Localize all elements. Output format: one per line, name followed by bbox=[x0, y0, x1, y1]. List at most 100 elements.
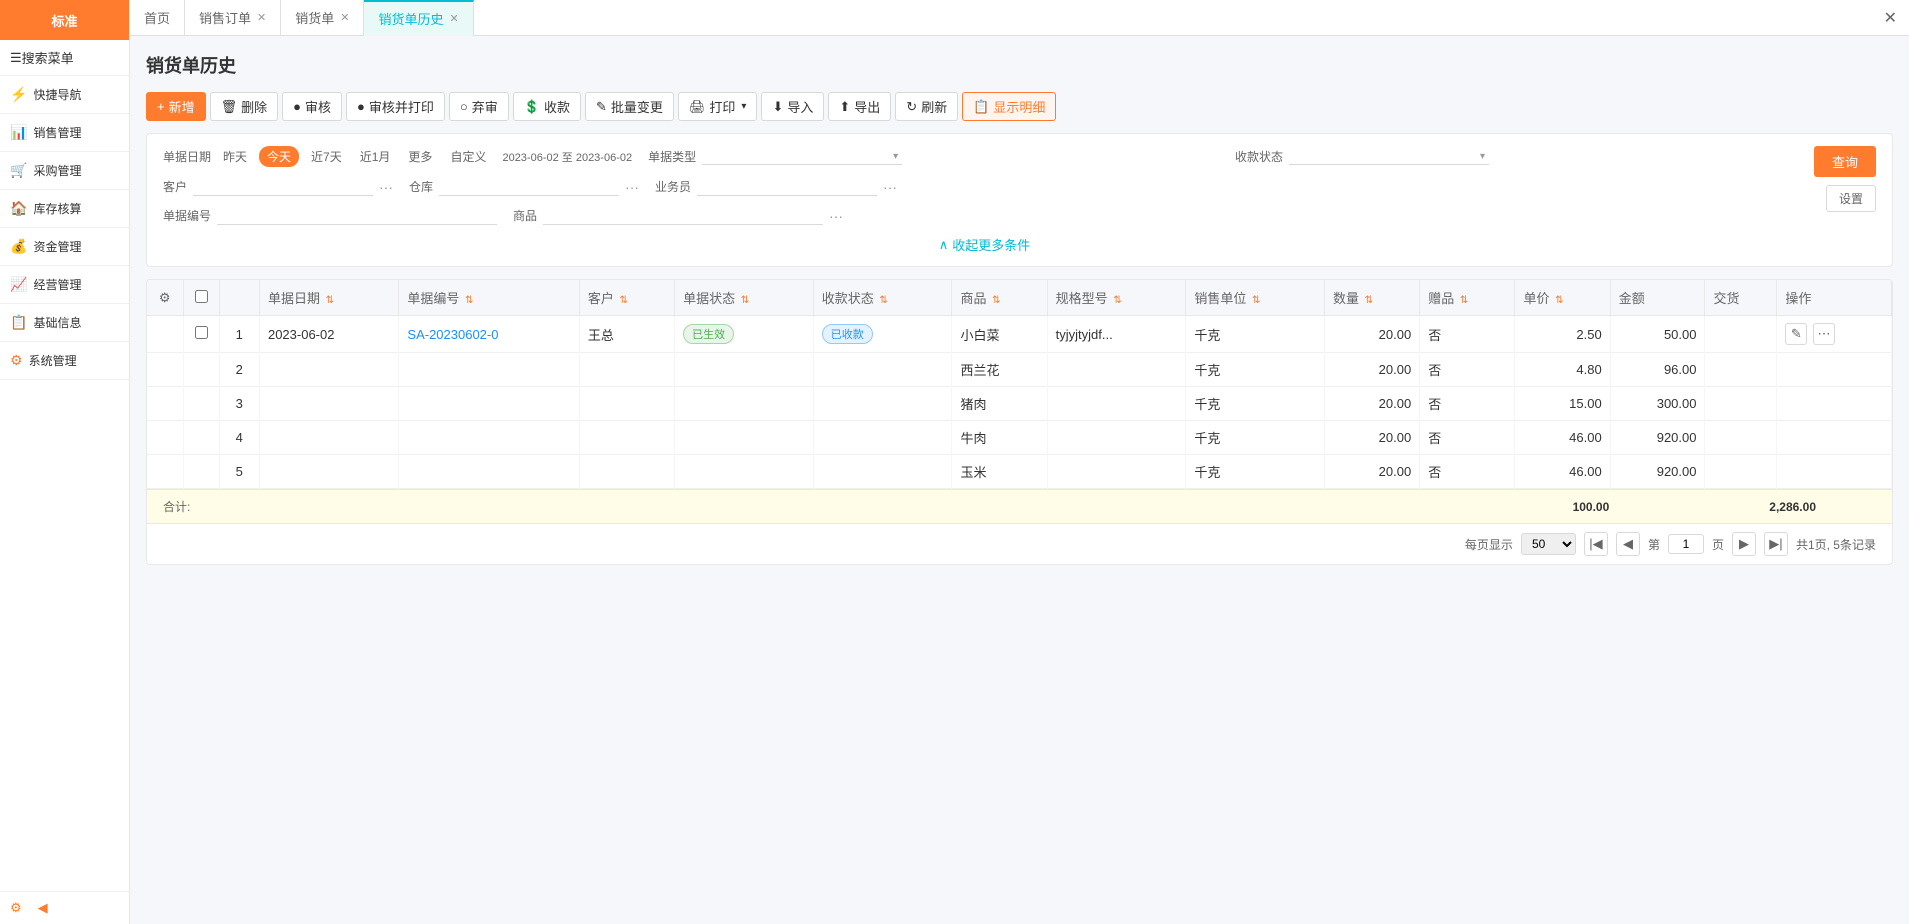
sidebar-item-operations[interactable]: 📈 经营管理 bbox=[0, 266, 129, 304]
date-filter-options: 昨天 今天 近7天 近1月 更多 自定义 2023-06-02 至 2023-0… bbox=[217, 146, 632, 167]
export-icon: ⬆ bbox=[839, 99, 850, 115]
th-payment-status[interactable]: 收款状态 ⇅ bbox=[813, 280, 952, 316]
doc-status-badge: 已生效 bbox=[683, 324, 734, 344]
th-doc-date[interactable]: 单据日期 ⇅ bbox=[259, 280, 398, 316]
row-sales-unit: 千克 bbox=[1186, 455, 1325, 489]
tab-close-sales-delivery[interactable]: ✕ bbox=[340, 11, 349, 24]
abandon-button[interactable]: ○ 弃审 bbox=[449, 92, 509, 121]
refresh-button[interactable]: ↻ 刷新 bbox=[895, 92, 958, 121]
main-content: 首页 销售订单 ✕ 销货单 ✕ 销货单历史 ✕ ✕ 销货单历史 + 新增 🗑 bbox=[130, 0, 1909, 924]
delete-button[interactable]: 🗑 删除 bbox=[210, 92, 279, 121]
row-spec: tyjyjtyjdf... bbox=[1047, 316, 1186, 353]
sidebar-item-inventory[interactable]: 🏠 库存核算 bbox=[0, 190, 129, 228]
date-option-more[interactable]: 更多 bbox=[402, 146, 438, 167]
row-doc-status bbox=[675, 353, 814, 387]
payment-status-select[interactable]: ▾ bbox=[1289, 149, 1489, 165]
goods-picker[interactable]: ··· bbox=[829, 208, 843, 224]
tab-sales-delivery[interactable]: 销货单 ✕ bbox=[281, 0, 364, 36]
row-goods: 西兰花 bbox=[952, 353, 1047, 387]
tab-close-sales-order[interactable]: ✕ bbox=[257, 11, 266, 24]
more-action-btn[interactable]: ⋯ bbox=[1813, 323, 1835, 345]
row-actions bbox=[1777, 353, 1892, 387]
sort-goods-icon: ⇅ bbox=[992, 295, 1000, 306]
page-label: 第 bbox=[1648, 536, 1660, 553]
last-page-btn[interactable]: ▶| bbox=[1764, 532, 1788, 556]
sidebar-item-search-menu[interactable]: ☰ 搜索菜单 bbox=[0, 40, 129, 76]
th-quantity[interactable]: 数量 ⇅ bbox=[1324, 280, 1419, 316]
th-sales-unit[interactable]: 销售单位 ⇅ bbox=[1186, 280, 1325, 316]
sidebar-collapse-icon[interactable]: ◀ bbox=[38, 900, 48, 916]
sidebar-settings-icon[interactable]: ⚙ bbox=[10, 900, 22, 916]
th-doc-number[interactable]: 单据编号 ⇅ bbox=[399, 280, 579, 316]
salesperson-picker[interactable]: ··· bbox=[883, 179, 897, 195]
sidebar-item-quick-nav[interactable]: ⚡ 快捷导航 bbox=[0, 76, 129, 114]
doc-number-link[interactable]: SA-20230602-0 bbox=[407, 327, 498, 342]
th-goods[interactable]: 商品 ⇅ bbox=[952, 280, 1047, 316]
goods-input[interactable] bbox=[543, 206, 823, 225]
window-close-btn[interactable]: ✕ bbox=[1872, 8, 1909, 28]
date-option-yesterday[interactable]: 昨天 bbox=[217, 146, 253, 167]
sidebar-item-finance[interactable]: 💰 资金管理 bbox=[0, 228, 129, 266]
row-payment-status bbox=[813, 421, 952, 455]
select-all-checkbox[interactable] bbox=[195, 290, 208, 303]
th-gift[interactable]: 赠品 ⇅ bbox=[1420, 280, 1515, 316]
date-option-custom[interactable]: 自定义 bbox=[444, 146, 492, 167]
customer-input[interactable] bbox=[193, 177, 373, 196]
th-customer[interactable]: 客户 ⇅ bbox=[579, 280, 674, 316]
export-button[interactable]: ⬆ 导出 bbox=[828, 92, 891, 121]
th-unit-price[interactable]: 单价 ⇅ bbox=[1515, 280, 1610, 316]
basic-info-icon: 📋 bbox=[10, 314, 27, 331]
review-button[interactable]: ● 审核 bbox=[282, 92, 342, 121]
date-option-1month[interactable]: 近1月 bbox=[354, 146, 397, 167]
edit-action-btn[interactable]: ✎ bbox=[1785, 323, 1807, 345]
th-amount: 金额 bbox=[1610, 280, 1705, 316]
table-row: 2 西兰花 千克 20.00 否 4.80 96.00 bbox=[147, 353, 1892, 387]
row-checkbox[interactable] bbox=[195, 326, 208, 339]
sales-icon: 📊 bbox=[10, 124, 27, 141]
salesperson-input[interactable] bbox=[697, 177, 877, 196]
sidebar-item-basic-info[interactable]: 📋 基础信息 bbox=[0, 304, 129, 342]
th-doc-status[interactable]: 单据状态 ⇅ bbox=[675, 280, 814, 316]
next-page-btn[interactable]: ▶ bbox=[1732, 532, 1756, 556]
print-button[interactable]: 🖨 打印 bbox=[678, 92, 758, 121]
row-checkbox-cell bbox=[183, 353, 219, 387]
row-goods: 小白菜 bbox=[952, 316, 1047, 353]
sort-quantity-icon: ⇅ bbox=[1365, 295, 1373, 306]
warehouse-picker[interactable]: ··· bbox=[625, 179, 639, 195]
add-button[interactable]: + 新增 bbox=[146, 92, 206, 121]
prev-page-btn[interactable]: ◀ bbox=[1616, 532, 1640, 556]
page-number-input[interactable] bbox=[1668, 534, 1704, 554]
tab-home[interactable]: 首页 bbox=[130, 0, 185, 36]
first-page-btn[interactable]: |◀ bbox=[1584, 532, 1608, 556]
inventory-icon: 🏠 bbox=[10, 200, 27, 217]
sidebar-item-sys-mgmt[interactable]: ⚙ 系统管理 bbox=[0, 342, 129, 380]
customer-picker[interactable]: ··· bbox=[379, 179, 393, 195]
tab-close-sales-history[interactable]: ✕ bbox=[450, 12, 459, 25]
tab-sales-history[interactable]: 销货单历史 ✕ bbox=[364, 0, 473, 36]
data-table: ⚙ 单据日期 ⇅ 单据编号 ⇅ bbox=[147, 280, 1892, 489]
batch-change-button[interactable]: ✎ 批量变更 bbox=[585, 92, 674, 121]
review-print-button[interactable]: ● 审核并打印 bbox=[346, 92, 445, 121]
th-settings[interactable]: ⚙ bbox=[147, 280, 183, 316]
date-option-today[interactable]: 今天 bbox=[259, 146, 299, 167]
query-button[interactable]: 查询 bbox=[1814, 146, 1876, 177]
collapse-filter-btn[interactable]: ∧ 收起更多条件 bbox=[163, 235, 1806, 254]
row-gift: 否 bbox=[1420, 353, 1515, 387]
doc-number-input[interactable] bbox=[217, 206, 497, 225]
per-page-select[interactable]: 50 10 20 100 bbox=[1521, 533, 1576, 555]
tab-sales-order[interactable]: 销售订单 ✕ bbox=[185, 0, 281, 36]
row-customer bbox=[579, 353, 674, 387]
import-button[interactable]: ⬇ 导入 bbox=[761, 92, 824, 121]
filter-settings-button[interactable]: 设置 bbox=[1826, 185, 1876, 212]
doc-type-select[interactable]: ▾ bbox=[702, 149, 902, 165]
row-delivery bbox=[1705, 387, 1777, 421]
display-details-button[interactable]: 📋 显示明细 bbox=[962, 92, 1056, 121]
row-doc-status: 已生效 bbox=[675, 316, 814, 353]
collect-button[interactable]: 💲 收款 bbox=[513, 92, 581, 121]
sidebar-item-sales-mgmt[interactable]: 📊 销售管理 bbox=[0, 114, 129, 152]
filter-payment-status: 收款状态 ▾ bbox=[1235, 148, 1806, 165]
date-option-7days[interactable]: 近7天 bbox=[305, 146, 348, 167]
sidebar-item-purchase-mgmt[interactable]: 🛒 采购管理 bbox=[0, 152, 129, 190]
warehouse-input[interactable] bbox=[439, 177, 619, 196]
th-spec[interactable]: 规格型号 ⇅ bbox=[1047, 280, 1186, 316]
